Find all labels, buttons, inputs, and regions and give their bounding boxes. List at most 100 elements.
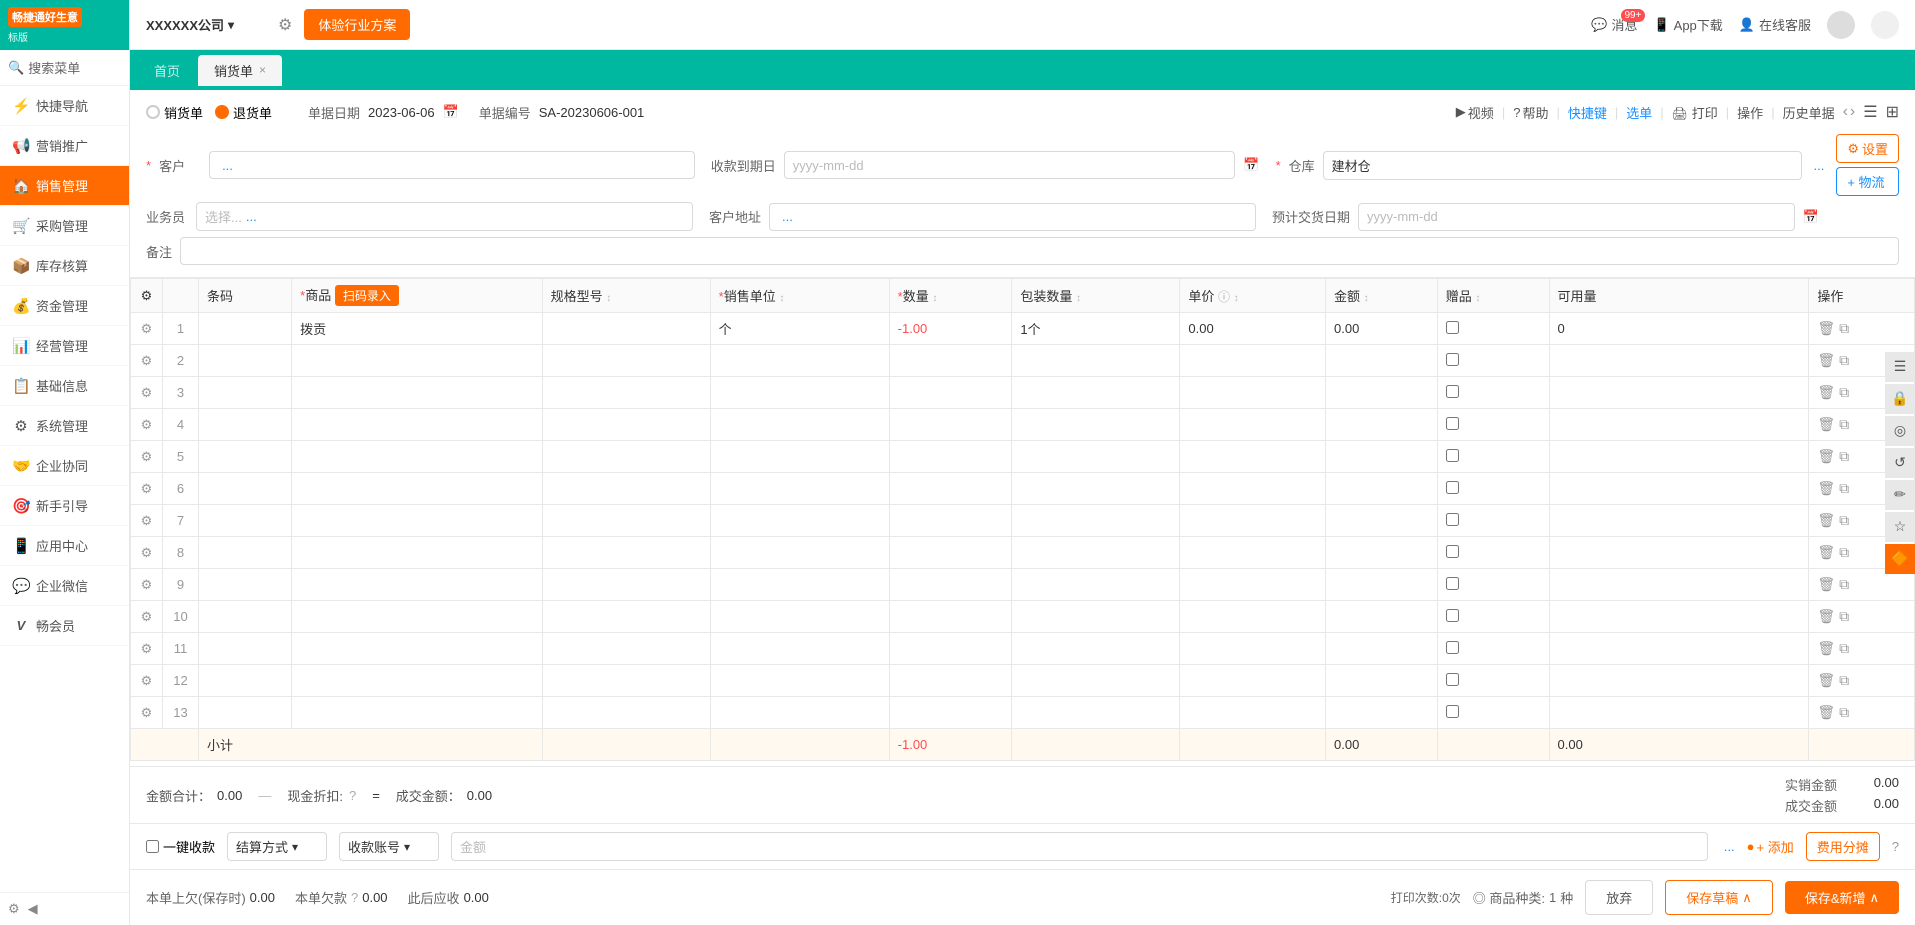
sidebar-item-basics[interactable]: 📋 基础信息 bbox=[0, 366, 129, 406]
row-barcode[interactable] bbox=[199, 313, 292, 345]
doc-action-help[interactable]: ? 帮助 bbox=[1513, 103, 1548, 122]
sidebar-item-sales[interactable]: 🏠 销售管理 bbox=[0, 166, 129, 206]
gift-checkbox[interactable] bbox=[1446, 481, 1459, 494]
delete-row-icon[interactable]: 🗑 bbox=[1817, 448, 1835, 465]
copy-row-icon[interactable]: ⧉ bbox=[1839, 704, 1849, 721]
copy-row-icon[interactable]: ⧉ bbox=[1839, 672, 1849, 689]
sidebar-item-purchase[interactable]: 🛒 采购管理 bbox=[0, 206, 129, 246]
prev-page-icon[interactable]: ‹ bbox=[1843, 103, 1848, 121]
doc-action-select[interactable]: 选单 bbox=[1626, 103, 1652, 122]
row-gift[interactable] bbox=[1437, 313, 1549, 345]
cash-discount-help[interactable]: ? bbox=[349, 788, 356, 803]
sidebar-item-guide[interactable]: 🎯 新手引导 bbox=[0, 486, 129, 526]
delete-row-icon[interactable]: 🗑 bbox=[1817, 608, 1835, 625]
copy-row-icon[interactable]: ⧉ bbox=[1839, 544, 1849, 561]
doc-action-video[interactable]: ▶ 视频 bbox=[1456, 103, 1494, 122]
sidebar-item-enterprise[interactable]: 🤝 企业协同 bbox=[0, 446, 129, 486]
radio-sale-order[interactable]: 销货单 bbox=[146, 103, 203, 122]
float-btn-1[interactable]: ☰ bbox=[1885, 352, 1915, 382]
expense-btn[interactable]: 费用分摊 bbox=[1806, 832, 1880, 861]
gift-checkbox[interactable] bbox=[1446, 545, 1459, 558]
topbar-gear-icon[interactable]: ⚙ bbox=[278, 15, 292, 35]
due-date-input[interactable]: yyyy-mm-dd bbox=[784, 151, 1236, 179]
one-click-payment-checkbox[interactable]: 一键收款 bbox=[146, 837, 215, 856]
gift-checkbox[interactable] bbox=[1446, 641, 1459, 654]
gift-checkbox[interactable] bbox=[1446, 673, 1459, 686]
delete-row-icon[interactable]: 🗑 bbox=[1817, 384, 1835, 401]
warehouse-input[interactable]: 建材仓 bbox=[1323, 151, 1802, 180]
row-settings[interactable]: ⚙ bbox=[131, 313, 163, 345]
float-btn-orange[interactable]: 🔶 bbox=[1885, 544, 1915, 574]
copy-row-icon[interactable]: ⧉ bbox=[1839, 576, 1849, 593]
gift-checkbox[interactable] bbox=[1446, 417, 1459, 430]
copy-row-icon[interactable]: ⧉ bbox=[1839, 512, 1849, 529]
tab-home[interactable]: 首页 bbox=[138, 55, 196, 86]
copy-row-icon[interactable]: ⧉ bbox=[1839, 640, 1849, 657]
payment-method-select[interactable]: 结算方式 bbox=[227, 832, 327, 861]
delete-row-icon[interactable]: 🗑 bbox=[1817, 416, 1835, 433]
copy-row-icon[interactable]: ⧉ bbox=[1839, 608, 1849, 625]
customer-input[interactable]: ... bbox=[209, 151, 695, 179]
row-unit[interactable]: 个 bbox=[710, 313, 889, 345]
gift-checkbox[interactable] bbox=[1446, 577, 1459, 590]
salesperson-ellipsis[interactable]: ... bbox=[242, 209, 257, 224]
sidebar-item-inventory[interactable]: 📦 库存核算 bbox=[0, 246, 129, 286]
copy-row-icon[interactable]: ⧉ bbox=[1839, 352, 1849, 369]
radio-return-order[interactable]: 退货单 bbox=[215, 103, 272, 122]
app-download-btn[interactable]: 📱 App下载 bbox=[1653, 15, 1722, 34]
sidebar-item-marketing[interactable]: 📢 营销推广 bbox=[0, 126, 129, 166]
scan-btn[interactable]: 扫码录入 bbox=[335, 285, 399, 306]
abandon-btn[interactable]: 放弃 bbox=[1585, 880, 1653, 915]
delivery-input[interactable]: yyyy-mm-dd bbox=[1358, 203, 1795, 231]
row-unit-price[interactable]: 0.00 bbox=[1180, 313, 1326, 345]
save-draft-btn[interactable]: 保存草稿 ∧ bbox=[1665, 880, 1773, 915]
delete-row-icon[interactable]: 🗑 bbox=[1817, 672, 1835, 689]
float-btn-star[interactable]: ☆ bbox=[1885, 512, 1915, 542]
one-click-checkbox[interactable] bbox=[146, 840, 159, 853]
float-btn-circle[interactable]: ◎ bbox=[1885, 416, 1915, 446]
message-btn[interactable]: 💬 消息 99+ bbox=[1591, 15, 1637, 34]
delete-row-icon[interactable]: 🗑 bbox=[1817, 640, 1835, 657]
avatar[interactable] bbox=[1827, 11, 1855, 39]
copy-row-icon[interactable]: ⧉ bbox=[1839, 384, 1849, 401]
sidebar-item-shortcut[interactable]: ⚡ 快捷导航 bbox=[0, 86, 129, 126]
float-btn-lock[interactable]: 🔒 bbox=[1885, 384, 1915, 414]
settings-footer-icon[interactable]: ⚙ bbox=[8, 901, 20, 917]
collapse-icon[interactable]: ◀ bbox=[28, 901, 38, 917]
gift-checkbox[interactable] bbox=[1446, 609, 1459, 622]
total-owed-help[interactable]: ? bbox=[351, 890, 358, 905]
gift-checkbox[interactable] bbox=[1446, 385, 1459, 398]
sidebar-item-vip[interactable]: V 畅会员 bbox=[0, 606, 129, 646]
delete-row-icon[interactable]: 🗑 bbox=[1817, 320, 1835, 337]
delivery-calendar-icon[interactable]: 📅 bbox=[1803, 209, 1819, 225]
payment-amount-input[interactable]: 金额 bbox=[451, 832, 1708, 861]
row-qty[interactable]: -1.00 bbox=[889, 313, 1012, 345]
copy-row-icon[interactable]: ⧉ bbox=[1839, 480, 1849, 497]
gift-checkbox[interactable] bbox=[1446, 513, 1459, 526]
float-btn-rotate[interactable]: ↺ bbox=[1885, 448, 1915, 478]
sidebar-item-finance[interactable]: 💰 资金管理 bbox=[0, 286, 129, 326]
row-amount[interactable]: 0.00 bbox=[1326, 313, 1438, 345]
table-container[interactable]: ⚙ 条码 *商品 扫码录入 规格型号 ↕ *销售单位 ↕ *数量 ↕ 包装数量 … bbox=[130, 278, 1915, 766]
copy-row-icon[interactable]: ⧉ bbox=[1839, 416, 1849, 433]
row-pack-qty[interactable]: 1个 bbox=[1012, 313, 1180, 345]
gift-checkbox[interactable] bbox=[1446, 705, 1459, 718]
delete-row-icon[interactable]: 🗑 bbox=[1817, 512, 1835, 529]
due-date-calendar-icon[interactable]: 📅 bbox=[1243, 157, 1259, 173]
grid-view-icon[interactable]: ⊞ bbox=[1886, 102, 1899, 122]
row-spec[interactable] bbox=[542, 313, 710, 345]
table-settings-icon[interactable]: ⚙ bbox=[141, 288, 153, 303]
copy-row-icon[interactable]: ⧉ bbox=[1839, 448, 1849, 465]
delete-row-icon[interactable]: 🗑 bbox=[1817, 352, 1835, 369]
online-service-btn[interactable]: 👤 在线客服 bbox=[1739, 15, 1811, 34]
notes-input[interactable] bbox=[180, 237, 1899, 265]
sidebar-item-system[interactable]: ⚙ 系统管理 bbox=[0, 406, 129, 446]
copy-row-icon[interactable]: ⧉ bbox=[1839, 320, 1849, 337]
doc-action-history[interactable]: 历史单据 bbox=[1783, 103, 1835, 122]
doc-action-operations[interactable]: 操作 bbox=[1737, 103, 1763, 122]
delete-row-icon[interactable]: 🗑 bbox=[1817, 576, 1835, 593]
address-input[interactable]: ... bbox=[769, 203, 1256, 231]
doc-action-print[interactable]: 🖨 打印 bbox=[1672, 103, 1718, 122]
company-selector[interactable]: XXXXXX公司 bbox=[146, 15, 266, 34]
warehouse-ellipsis[interactable]: ... bbox=[1810, 158, 1825, 173]
